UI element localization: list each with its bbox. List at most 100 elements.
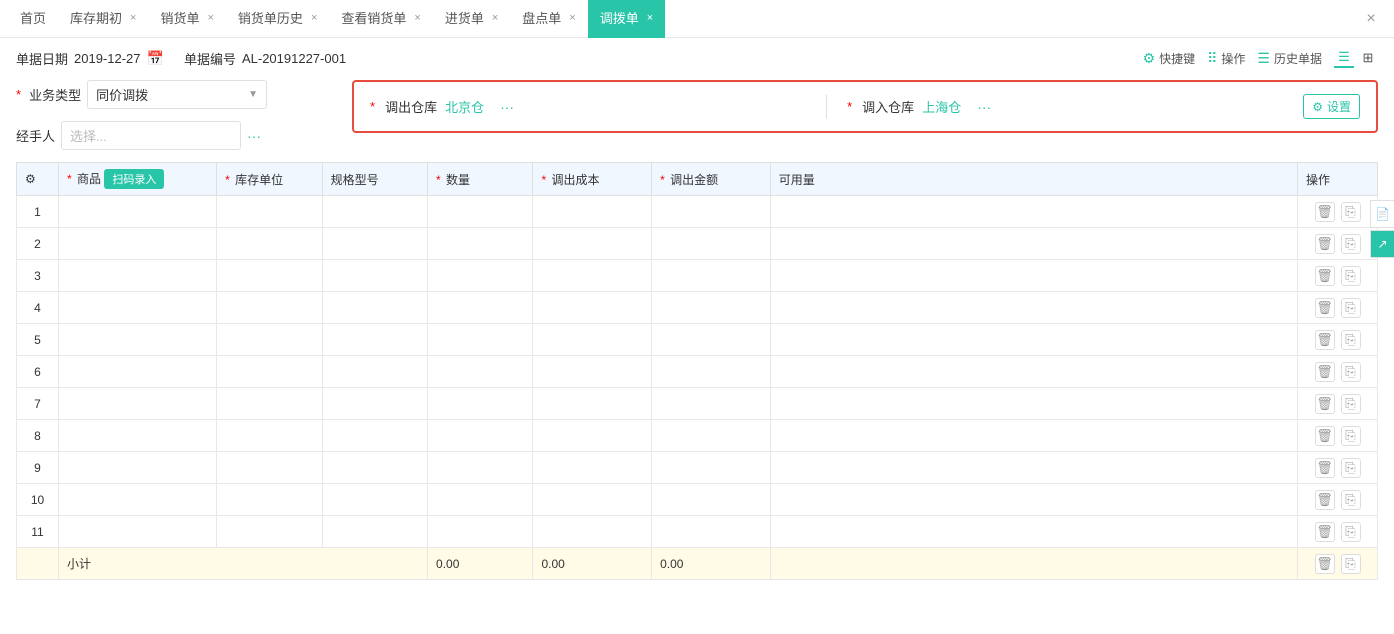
row-spec[interactable]	[322, 484, 427, 516]
row-spec[interactable]	[322, 420, 427, 452]
tab-purchase[interactable]: 进货单 ×	[433, 0, 510, 38]
row-copy-icon[interactable]: ⎘	[1341, 234, 1361, 254]
row-unit[interactable]	[217, 196, 322, 228]
row-cost[interactable]	[533, 292, 652, 324]
row-copy-icon[interactable]: ⎘	[1341, 330, 1361, 350]
row-available[interactable]	[770, 228, 1297, 260]
tab-sales-history[interactable]: 销货单历史 ×	[226, 0, 329, 38]
row-product[interactable]	[59, 516, 217, 548]
mini-expand-button[interactable]: ↗	[1370, 230, 1394, 258]
row-quantity[interactable]	[428, 452, 533, 484]
row-copy-icon[interactable]: ⎘	[1341, 458, 1361, 478]
row-delete-icon[interactable]: 🗑	[1315, 362, 1335, 382]
row-unit[interactable]	[217, 324, 322, 356]
row-copy-icon[interactable]: ⎘	[1341, 362, 1361, 382]
summary-delete-icon[interactable]: 🗑	[1315, 554, 1335, 574]
row-spec[interactable]	[322, 452, 427, 484]
row-available[interactable]	[770, 196, 1297, 228]
row-quantity[interactable]	[428, 388, 533, 420]
row-cost[interactable]	[533, 388, 652, 420]
row-product[interactable]	[59, 324, 217, 356]
row-cost[interactable]	[533, 260, 652, 292]
row-amount[interactable]	[652, 292, 771, 324]
row-quantity[interactable]	[428, 484, 533, 516]
row-available[interactable]	[770, 324, 1297, 356]
row-delete-icon[interactable]: 🗑	[1315, 234, 1335, 254]
shortcut-button[interactable]: ⚙ 快捷键	[1143, 50, 1196, 67]
row-delete-icon[interactable]: 🗑	[1315, 330, 1335, 350]
row-delete-icon[interactable]: 🗑	[1315, 202, 1335, 222]
row-cost[interactable]	[533, 484, 652, 516]
row-delete-icon[interactable]: 🗑	[1315, 394, 1335, 414]
tab-stock-init-close[interactable]: ×	[130, 12, 136, 24]
layout-list-icon[interactable]: ☰	[1334, 48, 1354, 68]
close-all-button[interactable]: ×	[1356, 4, 1386, 34]
row-delete-icon[interactable]: 🗑	[1315, 298, 1335, 318]
row-available[interactable]	[770, 484, 1297, 516]
row-product[interactable]	[59, 292, 217, 324]
row-product[interactable]	[59, 420, 217, 452]
row-amount[interactable]	[652, 388, 771, 420]
row-amount[interactable]	[652, 260, 771, 292]
row-cost[interactable]	[533, 420, 652, 452]
handler-select[interactable]: 选择...	[61, 121, 241, 150]
row-available[interactable]	[770, 420, 1297, 452]
row-quantity[interactable]	[428, 228, 533, 260]
row-product[interactable]	[59, 452, 217, 484]
row-cost[interactable]	[533, 324, 652, 356]
tab-inventory[interactable]: 盘点单 ×	[510, 0, 587, 38]
warehouse-out-more-icon[interactable]: ···	[500, 99, 514, 115]
row-copy-icon[interactable]: ⎘	[1341, 426, 1361, 446]
row-copy-icon[interactable]: ⎘	[1341, 394, 1361, 414]
tab-transfer[interactable]: 调拨单 ×	[588, 0, 665, 38]
row-cost[interactable]	[533, 196, 652, 228]
row-cost[interactable]	[533, 356, 652, 388]
row-spec[interactable]	[322, 324, 427, 356]
row-amount[interactable]	[652, 324, 771, 356]
row-unit[interactable]	[217, 452, 322, 484]
row-copy-icon[interactable]: ⎘	[1341, 298, 1361, 318]
row-cost[interactable]	[533, 228, 652, 260]
row-spec[interactable]	[322, 228, 427, 260]
row-amount[interactable]	[652, 420, 771, 452]
row-quantity[interactable]	[428, 324, 533, 356]
row-product[interactable]	[59, 260, 217, 292]
row-cost[interactable]	[533, 452, 652, 484]
tab-home[interactable]: 首页	[8, 0, 58, 38]
row-delete-icon[interactable]: 🗑	[1315, 426, 1335, 446]
operation-button[interactable]: ⠿ 操作	[1207, 50, 1245, 67]
warehouse-in-more-icon[interactable]: ···	[977, 99, 991, 115]
row-spec[interactable]	[322, 516, 427, 548]
row-quantity[interactable]	[428, 516, 533, 548]
row-delete-icon[interactable]: 🗑	[1315, 522, 1335, 542]
row-unit[interactable]	[217, 388, 322, 420]
row-quantity[interactable]	[428, 260, 533, 292]
row-delete-icon[interactable]: 🗑	[1315, 458, 1335, 478]
tab-sales-close[interactable]: ×	[207, 12, 213, 24]
row-product[interactable]	[59, 196, 217, 228]
col-header-settings[interactable]: ⚙	[17, 163, 59, 196]
business-type-select[interactable]: 同价调拨 ▼	[87, 80, 267, 109]
tab-stock-init[interactable]: 库存期初 ×	[58, 0, 148, 38]
tab-transfer-close[interactable]: ×	[647, 12, 653, 24]
row-delete-icon[interactable]: 🗑	[1315, 266, 1335, 286]
row-amount[interactable]	[652, 484, 771, 516]
row-available[interactable]	[770, 260, 1297, 292]
row-spec[interactable]	[322, 196, 427, 228]
row-copy-icon[interactable]: ⎘	[1341, 490, 1361, 510]
history-button[interactable]: ☰ 历史单据	[1257, 50, 1322, 67]
row-quantity[interactable]	[428, 196, 533, 228]
row-available[interactable]	[770, 452, 1297, 484]
row-quantity[interactable]	[428, 292, 533, 324]
row-available[interactable]	[770, 516, 1297, 548]
row-amount[interactable]	[652, 228, 771, 260]
row-unit[interactable]	[217, 260, 322, 292]
calendar-icon[interactable]: 📅	[147, 50, 164, 67]
row-unit[interactable]	[217, 484, 322, 516]
row-amount[interactable]	[652, 356, 771, 388]
row-product[interactable]	[59, 484, 217, 516]
tab-purchase-close[interactable]: ×	[492, 12, 498, 24]
row-unit[interactable]	[217, 420, 322, 452]
row-copy-icon[interactable]: ⎘	[1341, 202, 1361, 222]
tab-inventory-close[interactable]: ×	[569, 12, 575, 24]
